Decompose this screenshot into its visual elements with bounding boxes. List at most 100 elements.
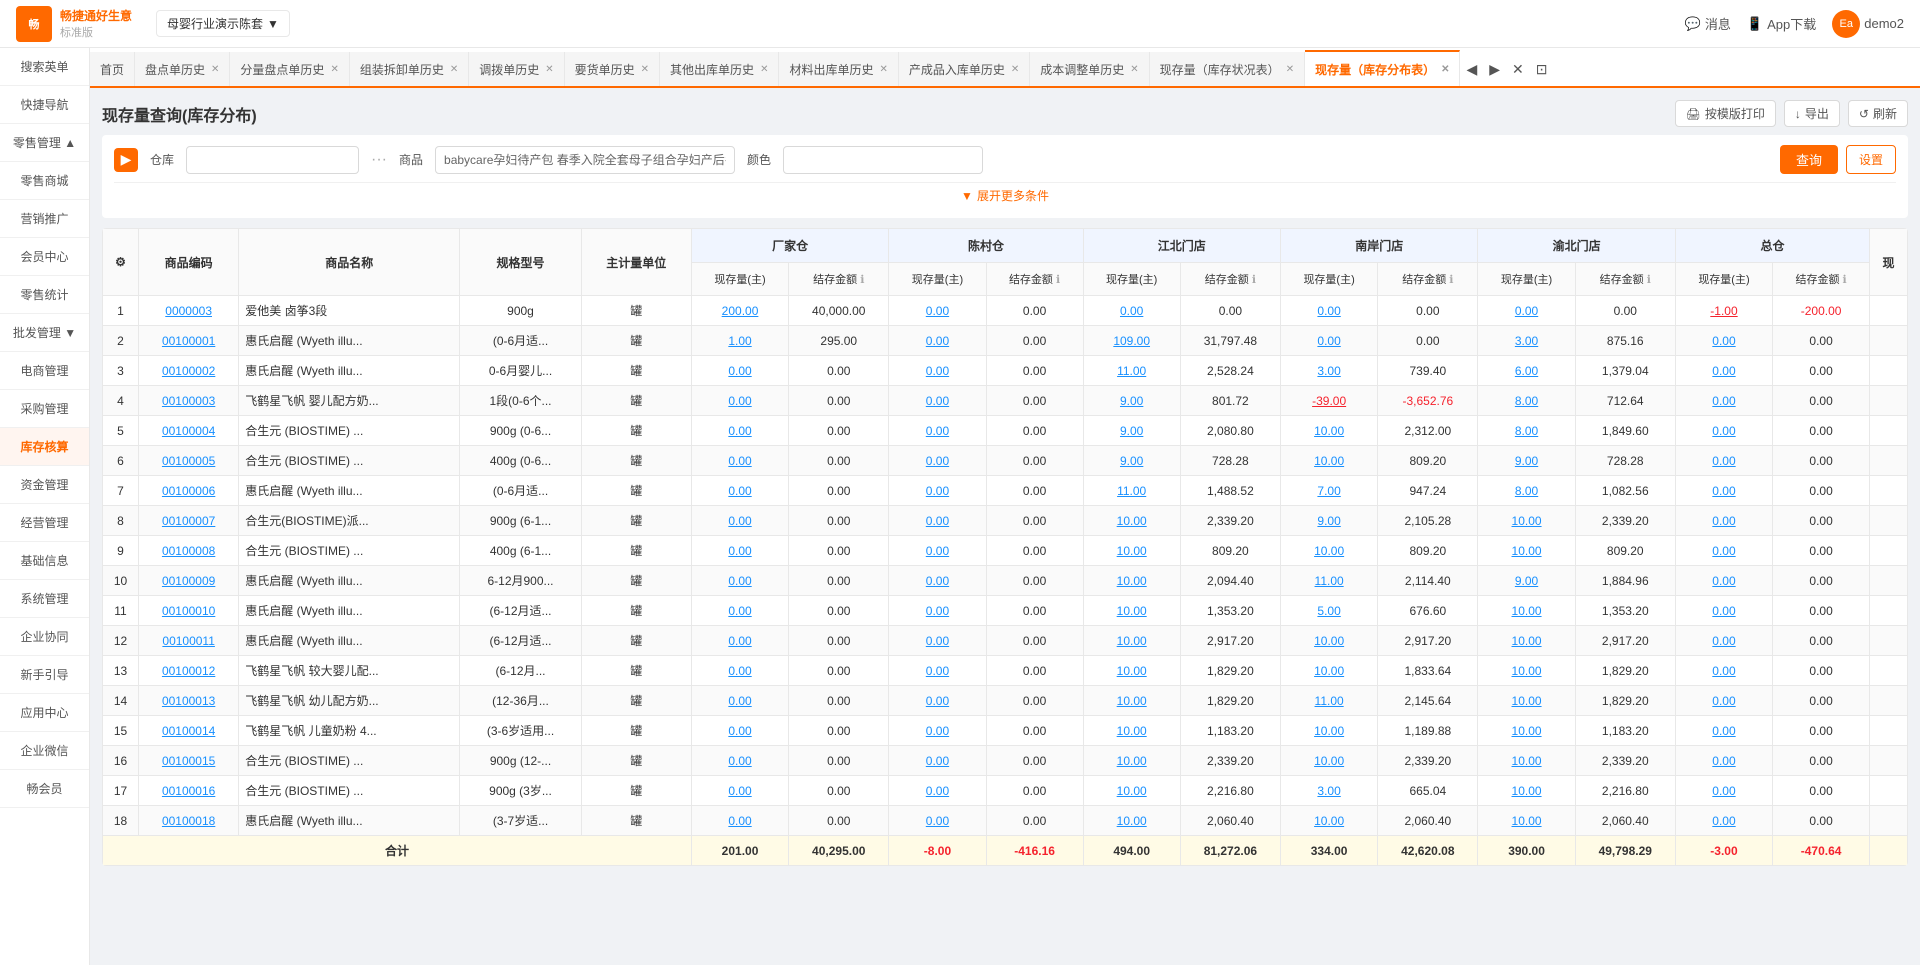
sidebar-item-collab[interactable]: 企业协同 <box>0 618 89 656</box>
cell-na-stock[interactable]: 10.00 <box>1281 806 1378 836</box>
sidebar-item-retail-mgmt[interactable]: 零售管理 ▲ <box>0 124 89 162</box>
cell-c-stock[interactable]: 0.00 <box>889 686 986 716</box>
app-download-btn[interactable]: 📱 App下载 <box>1747 14 1816 33</box>
cell-yb-stock[interactable]: 10.00 <box>1478 506 1575 536</box>
message-btn[interactable]: 💬 消息 <box>1685 14 1731 33</box>
color-input[interactable] <box>783 146 983 174</box>
print-btn[interactable]: 🖨 按模版打印 <box>1675 100 1776 127</box>
cell-c-stock[interactable]: 0.00 <box>889 386 986 416</box>
cell-code[interactable]: 00100010 <box>139 596 239 626</box>
cell-t-stock[interactable]: 0.00 <box>1675 536 1772 566</box>
cell-f-stock[interactable]: 0.00 <box>691 566 788 596</box>
tab-3[interactable]: 组装拆卸单历史 ✕ <box>350 52 469 86</box>
cell-jb-stock[interactable]: 10.00 <box>1083 566 1180 596</box>
cell-t-stock[interactable]: 0.00 <box>1675 806 1772 836</box>
cell-c-stock[interactable]: 0.00 <box>889 566 986 596</box>
sidebar-item-search[interactable]: 搜索英单 <box>0 48 89 86</box>
sidebar-item-purchase[interactable]: 采购管理 <box>0 390 89 428</box>
cell-jb-stock[interactable]: 9.00 <box>1083 446 1180 476</box>
cell-jb-stock[interactable]: 10.00 <box>1083 596 1180 626</box>
cell-t-stock[interactable]: 0.00 <box>1675 626 1772 656</box>
sidebar-item-weixin[interactable]: 企业微信 <box>0 732 89 770</box>
cell-f-stock[interactable]: 1.00 <box>691 326 788 356</box>
cell-f-stock[interactable]: 0.00 <box>691 386 788 416</box>
cell-na-stock[interactable]: 10.00 <box>1281 746 1378 776</box>
tabs-expand-btn[interactable]: ⊡ <box>1530 52 1554 86</box>
cell-code[interactable]: 00100007 <box>139 506 239 536</box>
cell-yb-stock[interactable]: 10.00 <box>1478 536 1575 566</box>
cell-t-stock[interactable]: 0.00 <box>1675 416 1772 446</box>
tab-9[interactable]: 成本调整单历史 ✕ <box>1030 52 1149 86</box>
cell-f-stock[interactable]: 0.00 <box>691 506 788 536</box>
cell-f-stock[interactable]: 0.00 <box>691 746 788 776</box>
tab-5[interactable]: 要货单历史 ✕ <box>565 52 660 86</box>
sidebar-item-operations[interactable]: 经营管理 <box>0 504 89 542</box>
tabs-close-btn[interactable]: ✕ <box>1506 52 1530 86</box>
cell-c-stock[interactable]: 0.00 <box>889 356 986 386</box>
tabs-prev-btn[interactable]: ◀ <box>1460 52 1483 86</box>
cell-f-stock[interactable]: 200.00 <box>691 296 788 326</box>
cell-f-stock[interactable]: 0.00 <box>691 356 788 386</box>
sidebar-item-member2[interactable]: 畅会员 <box>0 770 89 808</box>
tab-close-icon[interactable]: ✕ <box>641 64 649 75</box>
cell-code[interactable]: 00100015 <box>139 746 239 776</box>
sidebar-item-nav[interactable]: 快捷导航 <box>0 86 89 124</box>
sidebar-item-apps[interactable]: 应用中心 <box>0 694 89 732</box>
cell-t-stock[interactable]: 0.00 <box>1675 596 1772 626</box>
refresh-btn[interactable]: ↺ 刷新 <box>1848 100 1908 127</box>
cell-jb-stock[interactable]: 10.00 <box>1083 626 1180 656</box>
cell-na-stock[interactable]: 10.00 <box>1281 656 1378 686</box>
cell-na-stock[interactable]: -39.00 <box>1281 386 1378 416</box>
cell-jb-stock[interactable]: 10.00 <box>1083 536 1180 566</box>
cell-c-stock[interactable]: 0.00 <box>889 536 986 566</box>
tab-close-icon[interactable]: ✕ <box>545 64 553 75</box>
cell-code[interactable]: 00100012 <box>139 656 239 686</box>
cell-t-stock[interactable]: 0.00 <box>1675 446 1772 476</box>
cell-c-stock[interactable]: 0.00 <box>889 776 986 806</box>
settings-btn[interactable]: 设置 <box>1846 145 1896 174</box>
tab-10[interactable]: 现存量（库存状况表） ✕ <box>1150 52 1305 86</box>
cell-yb-stock[interactable]: 10.00 <box>1478 626 1575 656</box>
cell-yb-stock[interactable]: 10.00 <box>1478 596 1575 626</box>
export-btn[interactable]: ↓ 导出 <box>1784 100 1840 127</box>
cell-c-stock[interactable]: 0.00 <box>889 326 986 356</box>
cell-code[interactable]: 00100011 <box>139 626 239 656</box>
sidebar-item-retail-store[interactable]: 零售商城 <box>0 162 89 200</box>
tab-1[interactable]: 盘点单历史 ✕ <box>135 52 230 86</box>
cell-jb-stock[interactable]: 10.00 <box>1083 656 1180 686</box>
cell-c-stock[interactable]: 0.00 <box>889 476 986 506</box>
cell-na-stock[interactable]: 10.00 <box>1281 536 1378 566</box>
tab-close-icon[interactable]: ✕ <box>1130 64 1138 75</box>
cell-t-stock[interactable]: 0.00 <box>1675 656 1772 686</box>
sidebar-item-marketing[interactable]: 营销推广 <box>0 200 89 238</box>
cell-na-stock[interactable]: 10.00 <box>1281 416 1378 446</box>
cell-f-stock[interactable]: 0.00 <box>691 596 788 626</box>
cell-t-stock[interactable]: 0.00 <box>1675 566 1772 596</box>
cell-c-stock[interactable]: 0.00 <box>889 446 986 476</box>
cell-jb-stock[interactable]: 10.00 <box>1083 776 1180 806</box>
cell-na-stock[interactable]: 5.00 <box>1281 596 1378 626</box>
cell-t-stock[interactable]: 0.00 <box>1675 746 1772 776</box>
cell-t-stock[interactable]: 0.00 <box>1675 386 1772 416</box>
cell-t-stock[interactable]: -1.00 <box>1675 296 1772 326</box>
cell-t-stock[interactable]: 0.00 <box>1675 686 1772 716</box>
tab-4[interactable]: 调拨单历史 ✕ <box>469 52 564 86</box>
sidebar-item-inventory[interactable]: 库存核算 <box>0 428 89 466</box>
cell-yb-stock[interactable]: 8.00 <box>1478 416 1575 446</box>
tab-6[interactable]: 其他出库单历史 ✕ <box>660 52 779 86</box>
cell-t-stock[interactable]: 0.00 <box>1675 356 1772 386</box>
cell-f-stock[interactable]: 0.00 <box>691 446 788 476</box>
cell-f-stock[interactable]: 0.00 <box>691 656 788 686</box>
cell-yb-stock[interactable]: 0.00 <box>1478 296 1575 326</box>
tabs-next-btn[interactable]: ▶ <box>1483 52 1506 86</box>
cell-code[interactable]: 00100004 <box>139 416 239 446</box>
cell-code[interactable]: 00100016 <box>139 776 239 806</box>
tab-close-icon[interactable]: ✕ <box>1286 64 1294 75</box>
cell-jb-stock[interactable]: 10.00 <box>1083 716 1180 746</box>
cell-f-stock[interactable]: 0.00 <box>691 536 788 566</box>
cell-na-stock[interactable]: 3.00 <box>1281 776 1378 806</box>
cell-c-stock[interactable]: 0.00 <box>889 626 986 656</box>
cell-code[interactable]: 00100001 <box>139 326 239 356</box>
warehouse-input[interactable] <box>186 146 359 174</box>
cell-jb-stock[interactable]: 11.00 <box>1083 476 1180 506</box>
